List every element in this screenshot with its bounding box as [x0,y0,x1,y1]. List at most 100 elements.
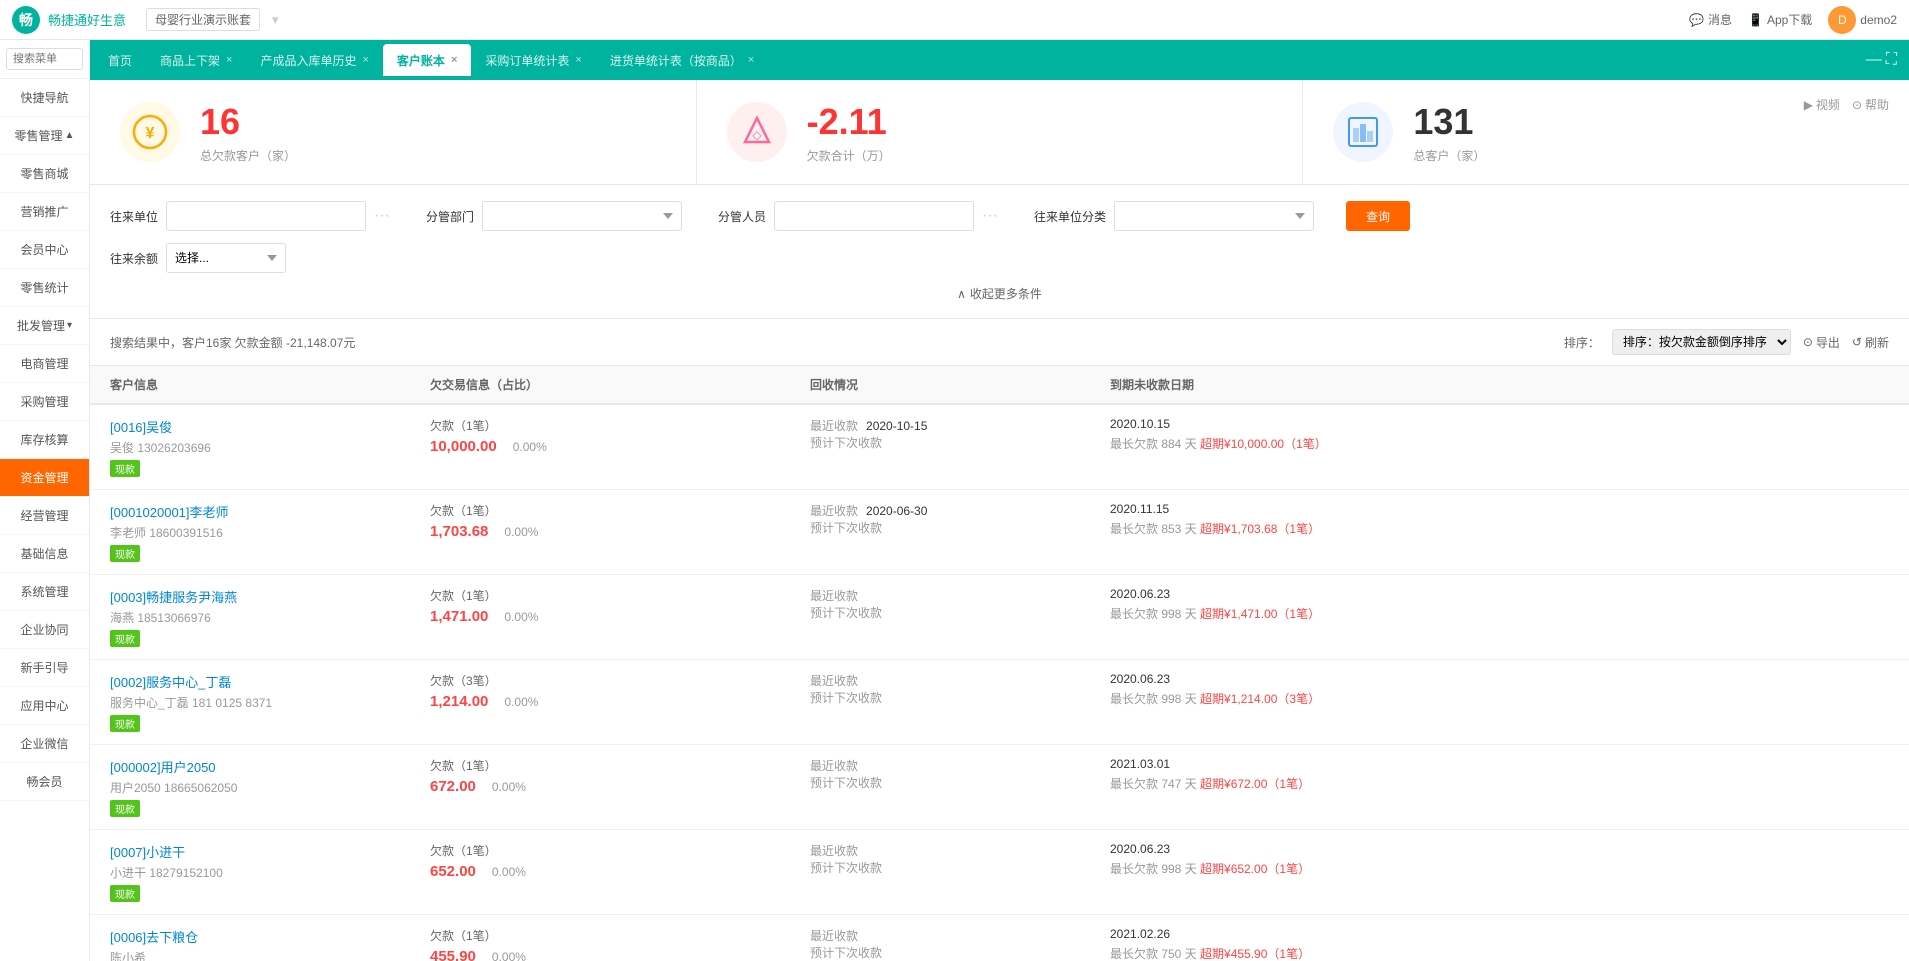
overdue-link[interactable]: 超期¥672.00（1笔） [1200,777,1310,791]
sidebar-item-wechat[interactable]: 企业微信 [0,725,89,763]
store-chevron-icon: ▾ [272,12,279,28]
close-icon[interactable]: × [362,55,368,66]
sidebar-item-purchase[interactable]: 采购管理 [0,383,89,421]
tab-production-history[interactable]: 产成品入库单历史 × [246,44,382,76]
maximize-icon[interactable]: ⛶ [1886,51,1897,69]
table-header: 客户信息 欠交易信息（占比） 回收情况 到期未收款日期 [90,366,1909,405]
overdue-days: 最长欠款 747 天 超期¥672.00（1笔） [1110,775,1889,792]
user-profile[interactable]: D demo2 [1828,6,1897,34]
overdue-link[interactable]: 超期¥10,000.00（1笔） [1200,437,1327,451]
sidebar-item-operation[interactable]: 经营管理 [0,497,89,535]
sort-label: 排序： [1564,334,1600,351]
sidebar-item-retail-store[interactable]: 零售商城 [0,155,89,193]
debt-info: 欠款（1笔） 672.00 0.00% [430,757,810,795]
app-download-btn[interactable]: 📱 App下载 [1748,11,1812,28]
sidebar-item-quick-nav[interactable]: 快捷导航 [0,79,89,117]
sidebar-item-retail-stats[interactable]: 零售统计 [0,269,89,307]
payment-tag: 现款 [110,630,140,647]
view-btn[interactable]: ▶ 视频 [1804,96,1840,113]
overdue-link[interactable]: 超期¥1,471.00（1笔） [1200,607,1320,621]
overdue-info: 2021.03.01 最长欠款 747 天 超期¥672.00（1笔） [1110,757,1889,792]
manager-input[interactable] [774,201,974,231]
data-table: 客户信息 欠交易信息（占比） 回收情况 到期未收款日期 [0016]吴俊 吴俊 … [90,366,1909,961]
payment-tag: 现款 [110,545,140,562]
sidebar: 快捷导航 零售管理▲ 零售商城 营销推广 会员中心 零售统计 批发管理▾ 电商管… [0,40,90,961]
overdue-link[interactable]: 超期¥1,703.68（1笔） [1200,522,1320,536]
sidebar-item-ecommerce[interactable]: 电商管理 [0,345,89,383]
sidebar-item-basic-info[interactable]: 基础信息 [0,535,89,573]
minimize-icon[interactable]: — [1866,51,1882,69]
customer-name-link[interactable]: [0007]小进干 [110,845,185,860]
tab-home[interactable]: 首页 [94,44,146,76]
filter-manager: 分管人员 ··· [718,201,998,231]
close-icon[interactable]: × [748,55,754,66]
debt-info: 欠款（1笔） 10,000.00 0.00% [430,417,810,455]
sidebar-item-vip[interactable]: 畅会员 [0,763,89,801]
tab-customer-account[interactable]: 客户账本 × [383,44,471,76]
balance-select[interactable]: 选择... [166,243,286,273]
message-btn[interactable]: 💬 消息 [1689,11,1732,28]
collapse-btn[interactable]: ∧ 收起更多条件 [110,285,1889,302]
sidebar-item-system[interactable]: 系统管理 [0,573,89,611]
manager-dots-icon[interactable]: ··· [982,207,998,225]
close-icon[interactable]: × [575,55,581,66]
customer-name-link[interactable]: [000002]用户2050 [110,760,216,775]
source-unit-input[interactable] [166,201,366,231]
overdue-link[interactable]: 超期¥1,214.00（3笔） [1200,692,1320,706]
avatar: D [1828,6,1856,34]
results-actions: 排序： 排序：按欠款金额倒序排序 ⊙ 导出 ↺ 刷新 [1564,329,1889,355]
customer-name-link[interactable]: [0001020001]李老师 [110,505,229,520]
customer-info: [0007]小进干 小进干 18279152100 现款 [110,842,430,902]
sidebar-item-marketing[interactable]: 营销推广 [0,193,89,231]
help-btn[interactable]: ⊙ 帮助 [1852,96,1889,113]
debt-count: 欠款（1笔） [430,927,810,944]
total-customers-label: 总客户（家） [1413,147,1879,164]
sidebar-item-inventory[interactable]: 库存核算 [0,421,89,459]
overdue-link[interactable]: 超期¥455.90（1笔） [1200,947,1310,961]
overdue-info: 2020.11.15 最长欠款 853 天 超期¥1,703.68（1笔） [1110,502,1889,537]
customer-name-link[interactable]: [0003]畅捷服务尹海燕 [110,590,237,605]
export-btn[interactable]: ⊙ 导出 [1803,334,1840,351]
debt-amount-value: -2.11 [807,100,1273,143]
department-select[interactable] [482,201,682,231]
tab-purchase-order[interactable]: 采购订单统计表 × [471,44,595,76]
sidebar-item-capital[interactable]: 资金管理 [0,459,89,497]
source-unit-dots-icon[interactable]: ··· [374,207,390,225]
customer-name-link[interactable]: [0002]服务中心_丁磊 [110,675,231,690]
debt-count: 欠款（1笔） [430,502,810,519]
filter-balance: 往来余额 选择... [110,243,286,273]
store-name[interactable]: 母婴行业演示账套 [146,8,260,31]
sidebar-item-batch-mgmt[interactable]: 批发管理▾ [0,307,89,345]
refresh-btn[interactable]: ↺ 刷新 [1852,334,1889,351]
main-content: ¥ 16 总欠款客户（家） ◇ -2.11 欠款合计（万） 131 总客户（家） [90,80,1909,961]
sidebar-item-member[interactable]: 会员中心 [0,231,89,269]
total-customers-icon [1333,102,1393,162]
source-unit-class-select[interactable] [1114,201,1314,231]
sidebar-item-retail-mgmt[interactable]: 零售管理▲ [0,117,89,155]
overdue-info: 2020.10.15 最长欠款 884 天 超期¥10,000.00（1笔） [1110,417,1889,452]
query-button[interactable]: 查询 [1346,201,1410,231]
filter-source-unit-class: 往来单位分类 [1034,201,1314,231]
tab-inventory-stats[interactable]: 进货单统计表（按商品） × [596,44,768,76]
filter-department: 分管部门 [426,201,682,231]
table-row: [0001020001]李老师 李老师 18600391516 现款 欠款（1笔… [90,490,1909,575]
search-input[interactable] [6,48,83,70]
collapse-arrow-icon: ∧ [957,287,966,301]
sidebar-item-enterprise[interactable]: 企业协同 [0,611,89,649]
debt-percent: 0.00% [504,695,538,709]
filter-area: 往来单位 ··· 分管部门 分管人员 ··· 往来单位分类 [90,185,1909,319]
svg-text:◇: ◇ [752,128,762,142]
sort-select[interactable]: 排序：按欠款金额倒序排序 [1612,329,1791,355]
recovery-info: 最近收款 预计下次收款 [810,842,1110,876]
customer-contact: 用户2050 18665062050 [110,779,430,796]
close-icon[interactable]: × [226,55,232,66]
debt-percent: 0.00% [492,780,526,794]
sidebar-item-apps[interactable]: 应用中心 [0,687,89,725]
results-summary: 搜索结果中，客户16家 欠款金额 -21,148.07元 [110,334,355,351]
sidebar-item-newbie[interactable]: 新手引导 [0,649,89,687]
close-icon[interactable]: × [451,55,457,66]
tab-product-status[interactable]: 商品上下架 × [146,44,246,76]
customer-name-link[interactable]: [0006]去下粮仓 [110,930,198,945]
customer-name-link[interactable]: [0016]吴俊 [110,420,172,435]
overdue-link[interactable]: 超期¥652.00（1笔） [1200,862,1310,876]
